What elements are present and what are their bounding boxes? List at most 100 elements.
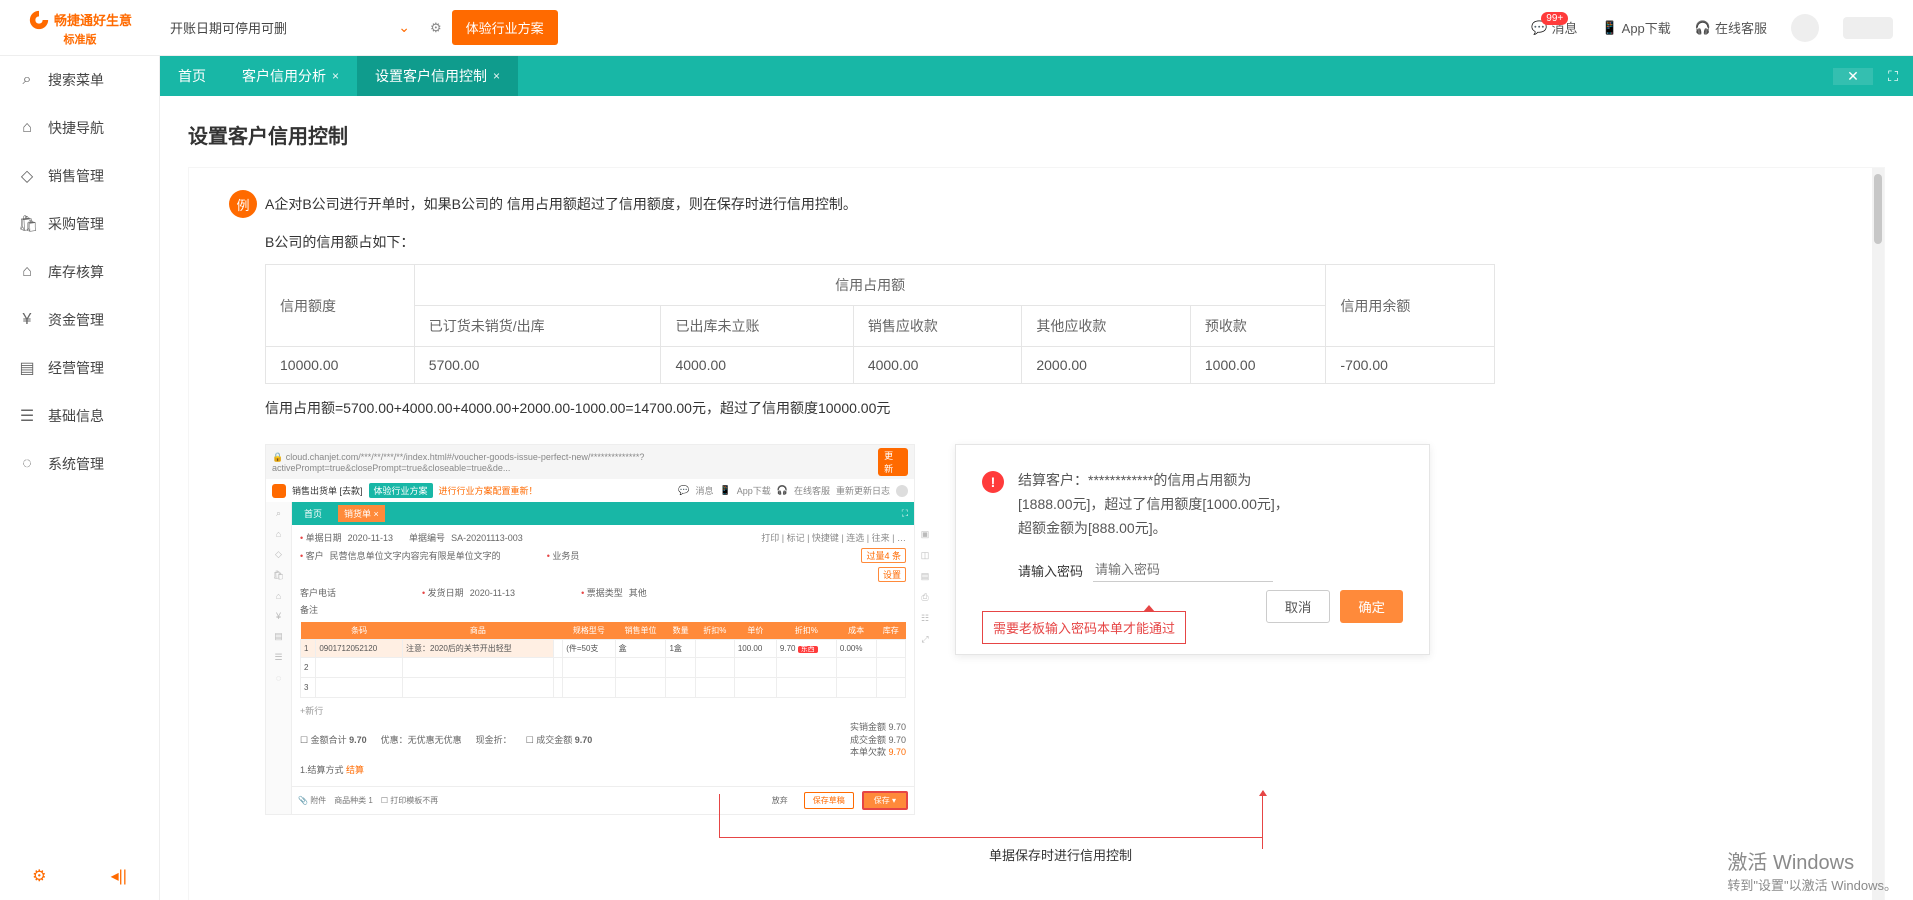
mini-op: … (897, 533, 906, 543)
avatar[interactable] (1791, 14, 1819, 42)
col-sub: 销售应收款 (853, 306, 1022, 347)
nav-baseinfo[interactable]: ☰ 基础信息 (0, 392, 159, 440)
doc-scrollbar[interactable] (1872, 168, 1884, 900)
tab-close-all[interactable]: ✕ (1833, 68, 1873, 85)
nav-purchase[interactable]: 🛍 采购管理 (0, 200, 159, 248)
intro-text: A企对B公司进行开单时，如果B公司的 信用占用额超过了信用额度，则在保存时进行信… (265, 194, 857, 214)
nav-label: 快捷导航 (48, 118, 104, 138)
mini-op: 往来 (872, 533, 890, 543)
nav-label: 搜索菜单 (48, 70, 104, 90)
col-usage: 信用占用额 (414, 265, 1326, 306)
annotation-line-h (719, 837, 1263, 838)
online-service-link[interactable]: 🎧 在线客服 (1695, 18, 1767, 37)
watermark-line1: 激活 Windows (1727, 846, 1897, 875)
nav-sales[interactable]: ◇销售管理 (0, 152, 159, 200)
annotation-line-v (1262, 791, 1263, 849)
mini-label: 客户 (300, 549, 324, 562)
chevron-down-icon: ⌄ (398, 19, 410, 36)
password-input[interactable] (1093, 558, 1273, 582)
account-date-label: 开账日期可停用可删 (170, 18, 287, 37)
password-label: 请输入密码 (1018, 561, 1083, 580)
nav-footer: ⚙ ◂|| (0, 852, 159, 900)
tab-credit-control[interactable]: 设置客户信用控制 × (357, 56, 518, 96)
cell: 5700.00 (414, 347, 661, 384)
mini-label: 金额合计 (311, 735, 347, 745)
nav-funds[interactable]: ¥资金管理 (0, 296, 159, 344)
save-draft-button: 保存草稿 (804, 792, 854, 809)
boss-password-note: 需要老板输入密码本单才能通过 (982, 611, 1186, 644)
nav-inventory[interactable]: ⌂ 库存核算 (0, 248, 159, 296)
col-sub: 预收款 (1190, 306, 1326, 347)
headset-icon: 🎧 (1695, 20, 1711, 36)
tab-label: 客户信用分析 (242, 66, 326, 86)
discard-button: 放弃 (764, 793, 796, 808)
topbar: 畅捷通好生意 标准版 开账日期可停用可删 ⌄ ⚙ 体验行业方案 💬 99+ 消息… (0, 0, 1913, 56)
tab-home[interactable]: 首页 (160, 56, 224, 96)
app-download-label: App下载 (1622, 18, 1671, 37)
mini-link: App下载 (737, 484, 771, 497)
nav-label: 库存核算 (48, 262, 104, 282)
caption-row: 单据保存时进行信用控制 (229, 849, 1844, 873)
attach-label: 附件 (310, 796, 326, 805)
messages-link[interactable]: 💬 99+ 消息 (1531, 18, 1577, 37)
mini-label: 单据日期 (300, 531, 342, 544)
document-panel: 例 A企对B公司进行开单时，如果B公司的 信用占用额超过了信用额度，则在保存时进… (188, 167, 1885, 900)
circle-icon: ◌ (18, 455, 36, 473)
scroll-thumb[interactable] (1874, 174, 1882, 244)
warehouse-icon: ⌂ (18, 263, 36, 281)
mini-value: 2020-11-13 (348, 533, 393, 543)
mini-chip: 设置 (878, 567, 906, 582)
mini-chip: 过量4 条 (861, 548, 906, 563)
bag-icon: 🛍 (18, 214, 36, 234)
mini-tab: 销货单 × (338, 505, 385, 522)
close-icon[interactable]: × (332, 69, 339, 83)
watermark-line2: 转到"设置"以激活 Windows。 (1727, 875, 1897, 894)
cell: 10000.00 (266, 347, 415, 384)
topbar-right: 💬 99+ 消息 📱 App下载 🎧 在线客服 (1531, 14, 1913, 42)
col-balance: 信用用余额 (1326, 265, 1495, 347)
gear-icon[interactable]: ⚙ (430, 20, 442, 36)
online-service-label: 在线客服 (1715, 18, 1767, 37)
tab-label: 设置客户信用控制 (375, 66, 487, 86)
mini-op: 打印 (761, 533, 779, 543)
nav-label: 资金管理 (48, 310, 104, 330)
nav-search[interactable]: ⌕搜索菜单 (0, 56, 159, 104)
settings-icon[interactable]: ⚙ (32, 866, 46, 886)
tab-credit-analysis[interactable]: 客户信用分析 × (224, 56, 357, 96)
intro-sub: B公司的信用额占如下： (265, 232, 1844, 252)
cancel-button[interactable]: 取消 (1266, 590, 1331, 623)
collapse-icon[interactable]: ◂|| (111, 866, 127, 886)
nav-quick[interactable]: ⌂快捷导航 (0, 104, 159, 152)
col-sub: 其他应收款 (1022, 306, 1191, 347)
industry-button[interactable]: 体验行业方案 (452, 10, 558, 45)
mini-value: 2020-11-13 (470, 588, 515, 598)
brand-edition: 标准版 (64, 31, 97, 47)
side-nav: ⌕搜索菜单 ⌂快捷导航 ◇销售管理 🛍 采购管理 ⌂ 库存核算 ¥资金管理 ▤经营管… (0, 56, 160, 900)
phone-icon: 📱 (1601, 20, 1617, 36)
warning-icon: ! (982, 471, 1004, 493)
tab-strip: 首页 客户信用分析 × 设置客户信用控制 × ✕ ⛶ (160, 56, 1913, 96)
mini-label: 发货日期 (422, 586, 464, 599)
nav-label: 采购管理 (48, 214, 104, 234)
mini-value: 其他 (629, 586, 647, 599)
mini-label: 业务员 (547, 549, 580, 562)
grid-icon: ☰ (18, 406, 36, 426)
nav-label: 基础信息 (48, 406, 104, 426)
nav-system[interactable]: ◌系统管理 (0, 440, 159, 488)
username-chip[interactable] (1843, 17, 1893, 39)
mini-label: 客户电话 (300, 586, 336, 599)
app-download-link[interactable]: 📱 App下载 (1601, 18, 1670, 37)
account-date-select[interactable]: 开账日期可停用可删 ⌄ (160, 18, 420, 37)
mini-link: 重新更新日志 (836, 484, 890, 497)
close-icon[interactable]: × (493, 69, 500, 83)
tab-fullscreen[interactable]: ⛶ (1873, 68, 1913, 85)
add-row: +新行 (300, 704, 906, 717)
brand-logo: 畅捷通好生意 标准版 (0, 9, 160, 47)
nav-business[interactable]: ▤经营管理 (0, 344, 159, 392)
mini-link: 在线客服 (794, 484, 830, 497)
col-sub: 已出库未立账 (661, 306, 853, 347)
mini-op: 连选 (846, 533, 864, 543)
ok-button[interactable]: 确定 (1340, 590, 1403, 623)
tab-label: 首页 (178, 66, 206, 86)
mini-warn: 进行行业方案配置重新！ (439, 484, 538, 497)
